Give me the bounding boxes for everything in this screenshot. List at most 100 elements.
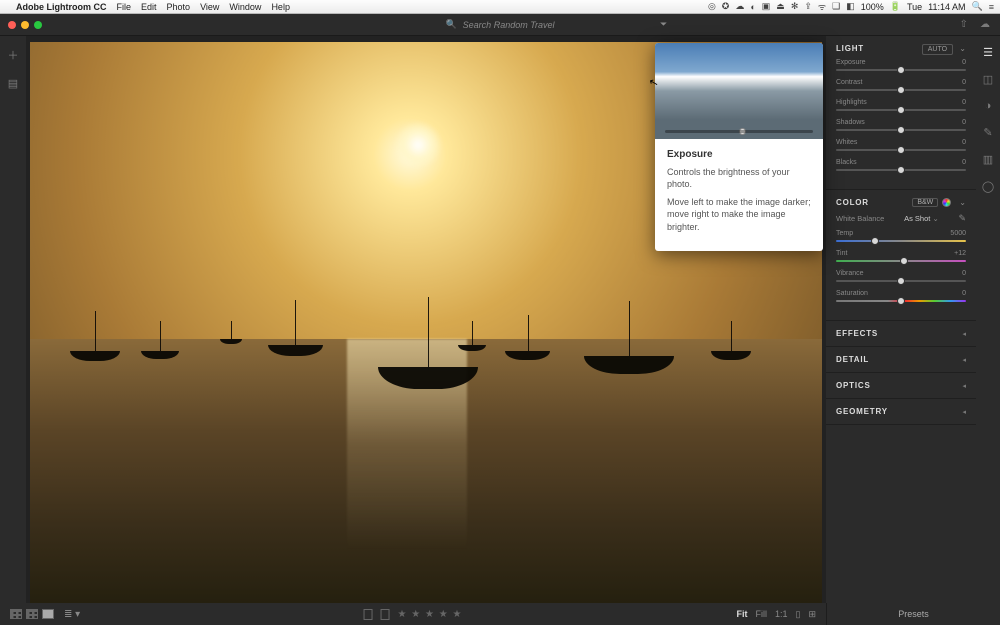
effects-section[interactable]: EFFECTS ◂ (826, 321, 976, 347)
status-icon[interactable]: ❑ (832, 1, 840, 12)
optics-section[interactable]: OPTICS ◂ (826, 373, 976, 399)
slider-track[interactable] (836, 109, 966, 111)
share-icon[interactable]: ⇧ (960, 19, 968, 30)
chevron-left-icon: ◂ (962, 408, 966, 416)
spotlight-icon[interactable]: 🔍 (972, 1, 983, 12)
filter-icon[interactable]: ⏷ (660, 19, 667, 30)
pick-flag-icon[interactable] (364, 609, 373, 620)
fullscreen-window-button[interactable] (34, 21, 42, 29)
wb-value[interactable]: As Shot (904, 214, 930, 223)
status-icon[interactable]: ◐ (750, 2, 755, 12)
slider-track[interactable] (836, 300, 966, 302)
slider-track[interactable] (836, 89, 966, 91)
clock-day[interactable]: Tue (907, 2, 922, 12)
star-rating[interactable]: ★ ★ ★ ★ ★ (398, 609, 463, 620)
status-icon[interactable]: ◎ (708, 1, 716, 12)
info-icon[interactable]: ▯ (796, 609, 801, 620)
status-icon[interactable]: ⇪ (804, 1, 812, 12)
slider-track[interactable] (836, 260, 966, 262)
slider-handle[interactable] (897, 86, 905, 94)
tooltip-preview (655, 43, 823, 139)
light-chevron-icon[interactable]: ⌄ (959, 44, 966, 53)
status-icon[interactable]: ⏏ (776, 1, 785, 12)
zoom-fill[interactable]: Fill (755, 609, 767, 619)
presets-label: Presets (898, 609, 929, 619)
slider-handle[interactable] (897, 297, 905, 305)
minimize-window-button[interactable] (21, 21, 29, 29)
eyedropper-icon[interactable]: ✎ (958, 213, 966, 224)
detail-section[interactable]: DETAIL ◂ (826, 347, 976, 373)
presets-button[interactable]: Presets (826, 603, 1000, 625)
slider-handle[interactable] (900, 257, 908, 265)
auto-button[interactable]: AUTO (922, 44, 953, 55)
menu-help[interactable]: Help (271, 2, 290, 12)
add-photos-icon[interactable]: ＋ (6, 48, 20, 62)
geometry-section[interactable]: GEOMETRY ◂ (826, 399, 976, 425)
square-grid-view-icon[interactable] (26, 609, 38, 619)
slider-handle[interactable] (897, 166, 905, 174)
brush-icon[interactable]: ✎ (983, 126, 992, 139)
slider-track[interactable] (836, 280, 966, 282)
chevron-left-icon: ◂ (962, 330, 966, 338)
status-icon[interactable]: ◧ (846, 1, 855, 12)
wb-dropdown-icon[interactable]: ⌄ (932, 214, 938, 223)
menu-icon[interactable]: ≡ (989, 2, 994, 12)
library-icon[interactable]: ▤ (6, 76, 20, 90)
grid-view-icon[interactable] (10, 609, 22, 619)
slider-track[interactable] (836, 69, 966, 71)
slider-handle[interactable] (897, 66, 905, 74)
slider-track[interactable] (836, 169, 966, 171)
slider-handle[interactable] (897, 277, 905, 285)
light-title: LIGHT (836, 44, 864, 53)
crop-icon[interactable]: ◫ (983, 73, 993, 86)
slider-track[interactable] (836, 240, 966, 242)
slider-vibrance: Vibrance0 (836, 270, 966, 282)
optics-title: OPTICS (836, 381, 871, 390)
menu-view[interactable]: View (200, 2, 219, 12)
status-icon[interactable]: ▣ (762, 1, 771, 12)
slider-label: Exposure (836, 59, 866, 66)
edit-panel: LIGHT AUTO ⌄ Exposure0 Contrast0 Highlig… (826, 36, 976, 603)
status-icon[interactable]: ✪ (722, 1, 730, 12)
filmstrip-icon[interactable]: ⊞ (808, 609, 816, 620)
status-icon[interactable]: ✻ (791, 1, 799, 12)
chevron-left-icon: ◂ (962, 356, 966, 364)
menu-file[interactable]: File (117, 2, 132, 12)
sort-icon[interactable]: ≣ ▾ (64, 609, 80, 620)
left-rail: ＋ ▤ (0, 36, 26, 603)
slider-handle[interactable] (897, 146, 905, 154)
image-canvas[interactable]: ↖ Exposure Controls the brightness of yo… (26, 36, 826, 603)
menu-window[interactable]: Window (229, 2, 261, 12)
close-window-button[interactable] (8, 21, 16, 29)
menu-edit[interactable]: Edit (141, 2, 157, 12)
tooltip-slider-handle[interactable] (739, 128, 746, 135)
status-icon[interactable]: ☁ (735, 1, 744, 12)
clock-time[interactable]: 11:14 AM (928, 2, 965, 12)
cloud-sync-icon[interactable]: ☁ (980, 19, 990, 30)
zoom-1to1[interactable]: 1:1 (775, 609, 788, 619)
slider-handle[interactable] (871, 237, 879, 245)
app-name[interactable]: Adobe Lightroom CC (16, 2, 107, 12)
wifi-icon[interactable]: ᯤ (818, 0, 826, 13)
slider-track[interactable] (836, 129, 966, 131)
heal-icon[interactable]: ◑ (985, 100, 992, 112)
light-section: LIGHT AUTO ⌄ Exposure0 Contrast0 Highlig… (826, 36, 976, 190)
zoom-fit[interactable]: Fit (736, 609, 747, 619)
menu-photo[interactable]: Photo (167, 2, 191, 12)
slider-value: 0 (962, 99, 966, 106)
slider-track[interactable] (836, 149, 966, 151)
slider-value: 0 (962, 139, 966, 146)
slider-handle[interactable] (897, 106, 905, 114)
reject-flag-icon[interactable] (381, 609, 390, 620)
battery-icon[interactable]: 🔋 (890, 1, 901, 12)
bw-toggle[interactable]: B&W (912, 198, 938, 207)
search-field[interactable]: 🔍 Search Random Travel (445, 19, 554, 30)
color-chevron-icon[interactable]: ⌄ (959, 198, 966, 207)
single-view-icon[interactable] (42, 609, 54, 619)
color-mixer-icon[interactable] (942, 198, 951, 207)
radial-gradient-icon[interactable]: ◯ (982, 180, 994, 193)
edit-sliders-icon[interactable]: ☰ (983, 46, 993, 59)
mac-status-area: ◎ ✪ ☁ ◐ ▣ ⏏ ✻ ⇪ ᯤ ❑ ◧ 100% 🔋 Tue 11:14 A… (708, 0, 994, 13)
slider-handle[interactable] (897, 126, 905, 134)
linear-gradient-icon[interactable]: ▥ (983, 153, 993, 166)
